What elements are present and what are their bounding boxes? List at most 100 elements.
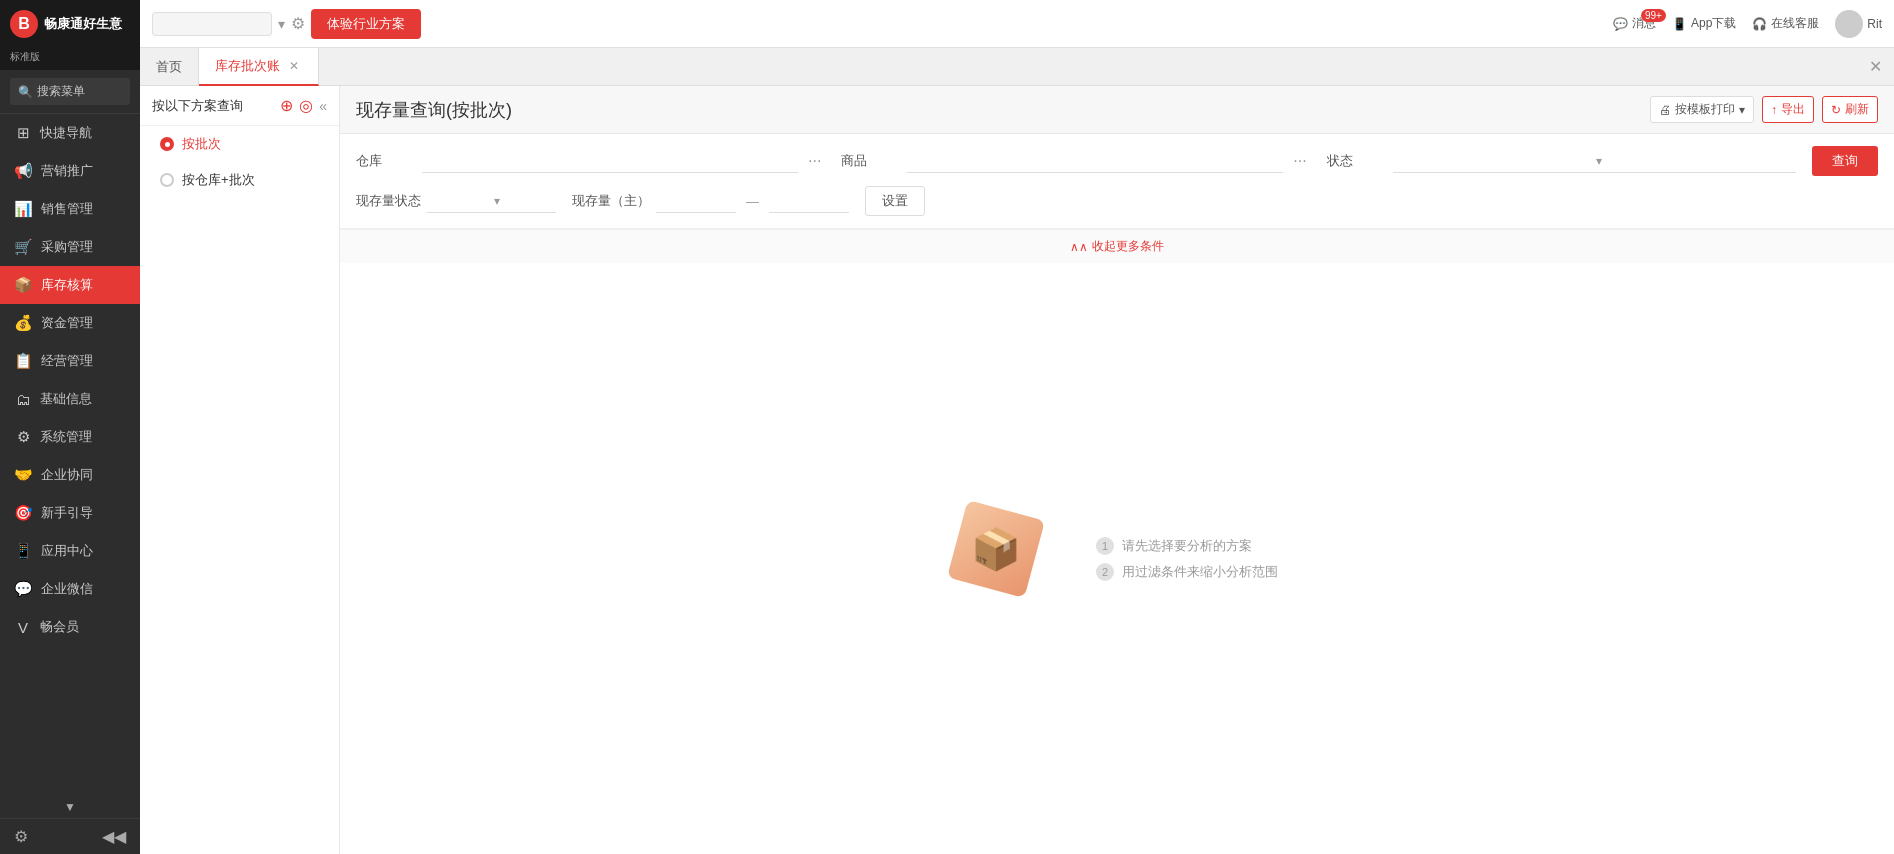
sidebar-item-label: 营销推广	[41, 162, 93, 180]
user-name: Rit	[1867, 17, 1882, 31]
sidebar-item-sales[interactable]: 📊 销售管理	[0, 190, 140, 228]
empty-tip-1: 1 请先选择要分析的方案	[1096, 537, 1278, 555]
sidebar-item-newbie[interactable]: 🎯 新手引导	[0, 494, 140, 532]
sidebar-item-inventory[interactable]: 📦 库存核算	[0, 266, 140, 304]
product-field: 商品 ···	[841, 149, 1310, 173]
stock-status-field: 现存量状态 ▾	[356, 190, 556, 213]
stock-quantity-dash: —	[742, 194, 763, 209]
sidebar-footer: ⚙ ◀◀	[0, 818, 140, 854]
radio-by-warehouse-batch	[160, 173, 174, 187]
filter-scheme-label: 按批次	[182, 135, 221, 153]
message-action[interactable]: 💬 消息 99+	[1613, 15, 1656, 32]
filter-panel-title: 按以下方案查询	[152, 97, 243, 115]
topbar-gear-icon[interactable]: ⚙	[291, 14, 305, 33]
topbar-search-input[interactable]	[152, 12, 272, 36]
chevron-up-icon: ∧∧	[1070, 240, 1088, 254]
tip-num-1: 1	[1096, 537, 1114, 555]
trial-button[interactable]: 体验行业方案	[311, 9, 421, 39]
topbar: ▾ ⚙ 体验行业方案 💬 消息 99+ 📱 App下载 🎧 在线客服 Rit	[140, 0, 1894, 48]
status-select[interactable]: ▾	[1393, 150, 1796, 173]
status-field: 状态 ▾	[1327, 150, 1796, 173]
add-scheme-icon[interactable]: ⊕	[280, 96, 293, 115]
tip-text-2: 用过滤条件来缩小分析范围	[1122, 563, 1278, 581]
sidebar-item-label: 企业微信	[41, 580, 93, 598]
export-button[interactable]: ↑ 导出	[1762, 96, 1814, 123]
sidebar-scroll-down[interactable]: ▼	[0, 796, 140, 818]
filter-scheme-by-batch[interactable]: 按批次	[140, 126, 339, 162]
settings-icon[interactable]: ⚙	[14, 827, 28, 846]
stock-quantity-from[interactable]	[656, 189, 736, 213]
filter-scheme-by-warehouse-batch[interactable]: 按仓库+批次	[140, 162, 339, 198]
user-action[interactable]: Rit	[1835, 10, 1882, 38]
stock-quantity-field: 现存量（主） —	[572, 189, 849, 213]
sidebar-item-label: 应用中心	[41, 542, 93, 560]
sidebar-nav: ⊞ 快捷导航 📢 营销推广 📊 销售管理 🛒 采购管理 📦 库存核算 💰 资金管…	[0, 114, 140, 796]
sidebar-item-label: 快捷导航	[40, 124, 92, 142]
warehouse-more-icon[interactable]: ···	[804, 152, 825, 170]
sales-icon: 📊	[14, 200, 33, 218]
print-chevron-icon: ▾	[1739, 103, 1745, 117]
sidebar-item-basic[interactable]: 🗂 基础信息	[0, 380, 140, 418]
sidebar-item-purchase[interactable]: 🛒 采购管理	[0, 228, 140, 266]
filter-panel: 按以下方案查询 ⊕ ◎ « 按批次 按仓库+批次	[140, 86, 340, 854]
page-title-bar: 现存量查询(按批次) 🖨 按模板打印 ▾ ↑ 导出 ↻ 刷新	[340, 86, 1894, 134]
sidebar-search-button[interactable]: 🔍 搜索菜单	[10, 78, 130, 105]
inventory-icon: 📦	[14, 276, 33, 294]
app-logo: B	[10, 10, 38, 38]
tab-home[interactable]: 首页	[140, 48, 199, 86]
headset-icon: 🎧	[1752, 17, 1767, 31]
topbar-right: 💬 消息 99+ 📱 App下载 🎧 在线客服 Rit	[1613, 10, 1882, 38]
product-input[interactable]	[907, 149, 1283, 173]
tab-inventory-batch[interactable]: 库存批次账 ✕	[199, 48, 319, 86]
online-service-action[interactable]: 🎧 在线客服	[1752, 15, 1819, 32]
sidebar-item-label: 新手引导	[41, 504, 93, 522]
sidebar-item-system[interactable]: ⚙ 系统管理	[0, 418, 140, 456]
sidebar-item-marketing[interactable]: 📢 营销推广	[0, 152, 140, 190]
product-more-icon[interactable]: ···	[1289, 152, 1310, 170]
settings-button[interactable]: 设置	[865, 186, 925, 216]
sidebar-item-label: 库存核算	[41, 276, 93, 294]
sidebar-item-label: 采购管理	[41, 238, 93, 256]
collapse-more-label: 收起更多条件	[1092, 238, 1164, 255]
refresh-button[interactable]: ↻ 刷新	[1822, 96, 1878, 123]
close-tab-icon[interactable]: ✕	[286, 58, 302, 74]
collapse-panel-icon[interactable]: «	[319, 98, 327, 114]
empty-tips: 1 请先选择要分析的方案 2 用过滤条件来缩小分析范围	[1096, 537, 1278, 581]
sidebar-item-shortcut[interactable]: ⊞ 快捷导航	[0, 114, 140, 152]
online-service-label: 在线客服	[1771, 15, 1819, 32]
sidebar-item-enterprise[interactable]: 🤝 企业协同	[0, 456, 140, 494]
operations-icon: 📋	[14, 352, 33, 370]
sidebar-item-finance[interactable]: 💰 资金管理	[0, 304, 140, 342]
topbar-left: ▾ ⚙ 体验行业方案	[152, 9, 1605, 39]
topbar-chevron-icon[interactable]: ▾	[278, 16, 285, 32]
stock-status-label: 现存量状态	[356, 192, 421, 210]
app-download-label: App下载	[1691, 15, 1736, 32]
sidebar-item-operations[interactable]: 📋 经营管理	[0, 342, 140, 380]
printer-icon: 🖨	[1659, 103, 1671, 117]
search-icon: 🔍	[18, 85, 33, 99]
title-actions: 🖨 按模板打印 ▾ ↑ 导出 ↻ 刷新	[1650, 96, 1878, 123]
query-button[interactable]: 查询	[1812, 146, 1878, 176]
edit-scheme-icon[interactable]: ◎	[299, 96, 313, 115]
sidebar-item-app-center[interactable]: 📱 应用中心	[0, 532, 140, 570]
collapse-more-conditions[interactable]: ∧∧ 收起更多条件	[340, 229, 1894, 263]
app-download-action[interactable]: 📱 App下载	[1672, 15, 1736, 32]
filter-conditions: 仓库 ··· 商品 ··· 状态 ▾	[340, 134, 1894, 229]
sidebar-item-label: 资金管理	[41, 314, 93, 332]
enterprise-icon: 🤝	[14, 466, 33, 484]
finance-icon: 💰	[14, 314, 33, 332]
filter-row-1: 仓库 ··· 商品 ··· 状态 ▾	[356, 146, 1878, 176]
tip-text-1: 请先选择要分析的方案	[1122, 537, 1252, 555]
sidebar: B 畅康通好生意 标准版 🔍 搜索菜单 ⊞ 快捷导航 📢 营销推广 📊 销售管理…	[0, 0, 140, 854]
shortcut-icon: ⊞	[14, 124, 32, 142]
stock-quantity-to[interactable]	[769, 189, 849, 213]
sidebar-item-wechat[interactable]: 💬 企业微信	[0, 570, 140, 608]
panel-close-icon[interactable]: ✕	[1869, 57, 1882, 76]
collapse-sidebar-icon[interactable]: ◀◀	[102, 827, 126, 846]
sidebar-item-vip[interactable]: V 畅会员	[0, 608, 140, 646]
warehouse-input[interactable]	[422, 149, 798, 173]
basic-icon: 🗂	[14, 391, 32, 408]
print-template-button[interactable]: 🖨 按模板打印 ▾	[1650, 96, 1754, 123]
warehouse-label: 仓库	[356, 152, 416, 170]
stock-status-select[interactable]: ▾	[427, 190, 556, 213]
